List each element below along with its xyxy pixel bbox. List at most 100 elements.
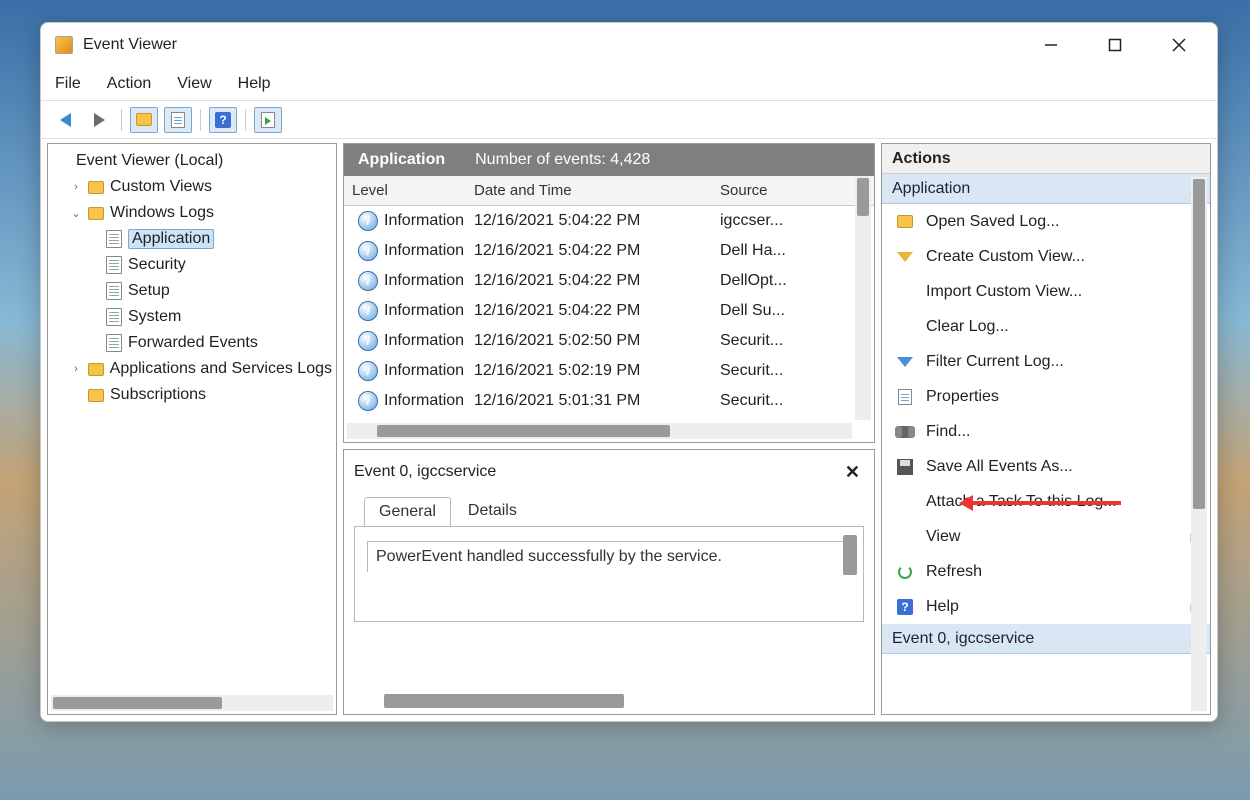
action-save-all-events-as[interactable]: Save All Events As... xyxy=(882,449,1210,484)
action-find[interactable]: Find... xyxy=(882,414,1210,449)
folder-icon xyxy=(136,113,152,126)
table-row[interactable]: iInformation12/16/2021 5:04:22 PMDell Su… xyxy=(344,296,874,326)
action-view[interactable]: View▶ xyxy=(882,519,1210,554)
cell-level: Information xyxy=(384,272,464,290)
info-icon: i xyxy=(358,331,378,351)
tab-details[interactable]: Details xyxy=(453,496,532,526)
menu-file[interactable]: File xyxy=(55,75,81,93)
funnel-icon xyxy=(897,252,913,262)
col-level[interactable]: Level xyxy=(344,182,474,199)
events-heading: Application xyxy=(358,151,445,169)
grid-hscrollbar[interactable] xyxy=(347,423,852,439)
close-button[interactable] xyxy=(1159,29,1199,61)
grid-header: Level Date and Time Source xyxy=(344,176,874,206)
action-import-custom-view[interactable]: Import Custom View... xyxy=(882,274,1210,309)
cell-date: 12/16/2021 5:04:22 PM xyxy=(474,242,720,260)
detail-content: PowerEvent handled successfully by the s… xyxy=(354,526,864,622)
detail-close-button[interactable]: ✕ xyxy=(845,462,864,483)
table-row[interactable]: iInformation12/16/2021 5:04:22 PMDell Ha… xyxy=(344,236,874,266)
folder-open-icon xyxy=(897,215,913,228)
cell-source: Dell Ha... xyxy=(720,242,874,260)
detail-hscrollbar[interactable] xyxy=(384,694,624,708)
menu-view[interactable]: View xyxy=(177,75,211,93)
events-count: Number of events: 4,428 xyxy=(475,151,650,169)
tool-help-button[interactable]: ? xyxy=(209,107,237,133)
action-create-custom-view[interactable]: Create Custom View... xyxy=(882,239,1210,274)
nav-back-button[interactable] xyxy=(51,107,79,133)
table-row[interactable]: iInformation12/16/2021 5:01:31 PMSecurit… xyxy=(344,386,874,416)
action-refresh[interactable]: Refresh xyxy=(882,554,1210,589)
nav-forward-button[interactable] xyxy=(85,107,113,133)
tree-hscrollbar[interactable] xyxy=(51,695,333,711)
table-row[interactable]: iInformation12/16/2021 5:02:19 PMSecurit… xyxy=(344,356,874,386)
events-header: Application Number of events: 4,428 xyxy=(344,144,874,176)
cell-source: Securit... xyxy=(720,392,874,410)
table-row[interactable]: iInformation12/16/2021 5:04:22 PMigccser… xyxy=(344,206,874,236)
eventviewer-icon xyxy=(54,153,70,169)
app-icon xyxy=(55,36,73,54)
properties-icon xyxy=(898,389,912,405)
refresh-icon xyxy=(898,565,912,579)
col-source[interactable]: Source xyxy=(720,182,874,199)
menu-help[interactable]: Help xyxy=(238,75,271,93)
detail-title: Event 0, igccservice xyxy=(354,463,496,481)
cell-source: igccser... xyxy=(720,212,874,230)
play-icon xyxy=(261,112,275,128)
tree-apps-services-logs[interactable]: ›Applications and Services Logs xyxy=(48,356,336,382)
log-icon xyxy=(106,256,122,274)
tree-security[interactable]: Security xyxy=(48,252,336,278)
window-title: Event Viewer xyxy=(83,36,177,54)
tree-application[interactable]: Application xyxy=(48,226,336,252)
grid-vscrollbar[interactable] xyxy=(855,176,871,420)
action-filter-current-log[interactable]: Filter Current Log... xyxy=(882,344,1210,379)
blank-icon xyxy=(896,493,914,511)
tab-general[interactable]: General xyxy=(364,497,451,527)
toolbar-separator xyxy=(200,109,201,131)
action-open-saved-log[interactable]: Open Saved Log... xyxy=(882,204,1210,239)
menu-action[interactable]: Action xyxy=(107,75,151,93)
events-grid-pane: Application Number of events: 4,428 Leve… xyxy=(343,143,875,443)
detail-message: PowerEvent handled successfully by the s… xyxy=(376,548,722,565)
actions-section-application[interactable]: Application▲ xyxy=(882,174,1210,204)
tree-system[interactable]: System xyxy=(48,304,336,330)
cell-date: 12/16/2021 5:04:22 PM xyxy=(474,272,720,290)
detail-vscrollbar[interactable] xyxy=(843,535,857,575)
tree-root[interactable]: Event Viewer (Local) xyxy=(48,148,336,174)
folder-icon xyxy=(88,181,104,194)
folder-icon xyxy=(88,207,104,220)
blank-icon xyxy=(896,283,914,301)
cell-level: Information xyxy=(384,332,464,350)
tool-properties-button[interactable] xyxy=(164,107,192,133)
tree-setup[interactable]: Setup xyxy=(48,278,336,304)
toolbar: ? xyxy=(41,101,1217,139)
toolbar-separator xyxy=(121,109,122,131)
action-properties[interactable]: Properties xyxy=(882,379,1210,414)
tree-subscriptions[interactable]: Subscriptions xyxy=(48,382,336,408)
tree-windows-logs[interactable]: ⌄Windows Logs xyxy=(48,200,336,226)
minimize-button[interactable] xyxy=(1031,29,1071,61)
table-row[interactable]: iInformation12/16/2021 5:04:22 PMDellOpt… xyxy=(344,266,874,296)
action-help[interactable]: ?Help▶ xyxy=(882,589,1210,624)
cell-level: Information xyxy=(384,302,464,320)
tree-custom-views[interactable]: ›Custom Views xyxy=(48,174,336,200)
tool-folder-button[interactable] xyxy=(130,107,158,133)
maximize-button[interactable] xyxy=(1095,29,1135,61)
help-icon: ? xyxy=(897,599,913,615)
arrow-right-icon xyxy=(94,113,105,127)
actions-section-event[interactable]: Event 0, igccservice▲ xyxy=(882,624,1210,654)
toolbar-separator xyxy=(245,109,246,131)
action-attach-task[interactable]: Attach a Task To this Log... xyxy=(882,484,1210,519)
log-icon xyxy=(106,334,122,352)
cell-level: Information xyxy=(384,392,464,410)
log-icon xyxy=(106,282,122,300)
cell-source: Securit... xyxy=(720,362,874,380)
blank-icon xyxy=(896,528,914,546)
menubar: File Action View Help xyxy=(41,67,1217,101)
table-row[interactable]: iInformation12/16/2021 5:02:50 PMSecurit… xyxy=(344,326,874,356)
tool-action-button[interactable] xyxy=(254,107,282,133)
col-date[interactable]: Date and Time xyxy=(474,182,720,199)
tree-forwarded-events[interactable]: Forwarded Events xyxy=(48,330,336,356)
actions-vscrollbar[interactable] xyxy=(1191,177,1207,711)
action-clear-log[interactable]: Clear Log... xyxy=(882,309,1210,344)
cell-date: 12/16/2021 5:04:22 PM xyxy=(474,212,720,230)
